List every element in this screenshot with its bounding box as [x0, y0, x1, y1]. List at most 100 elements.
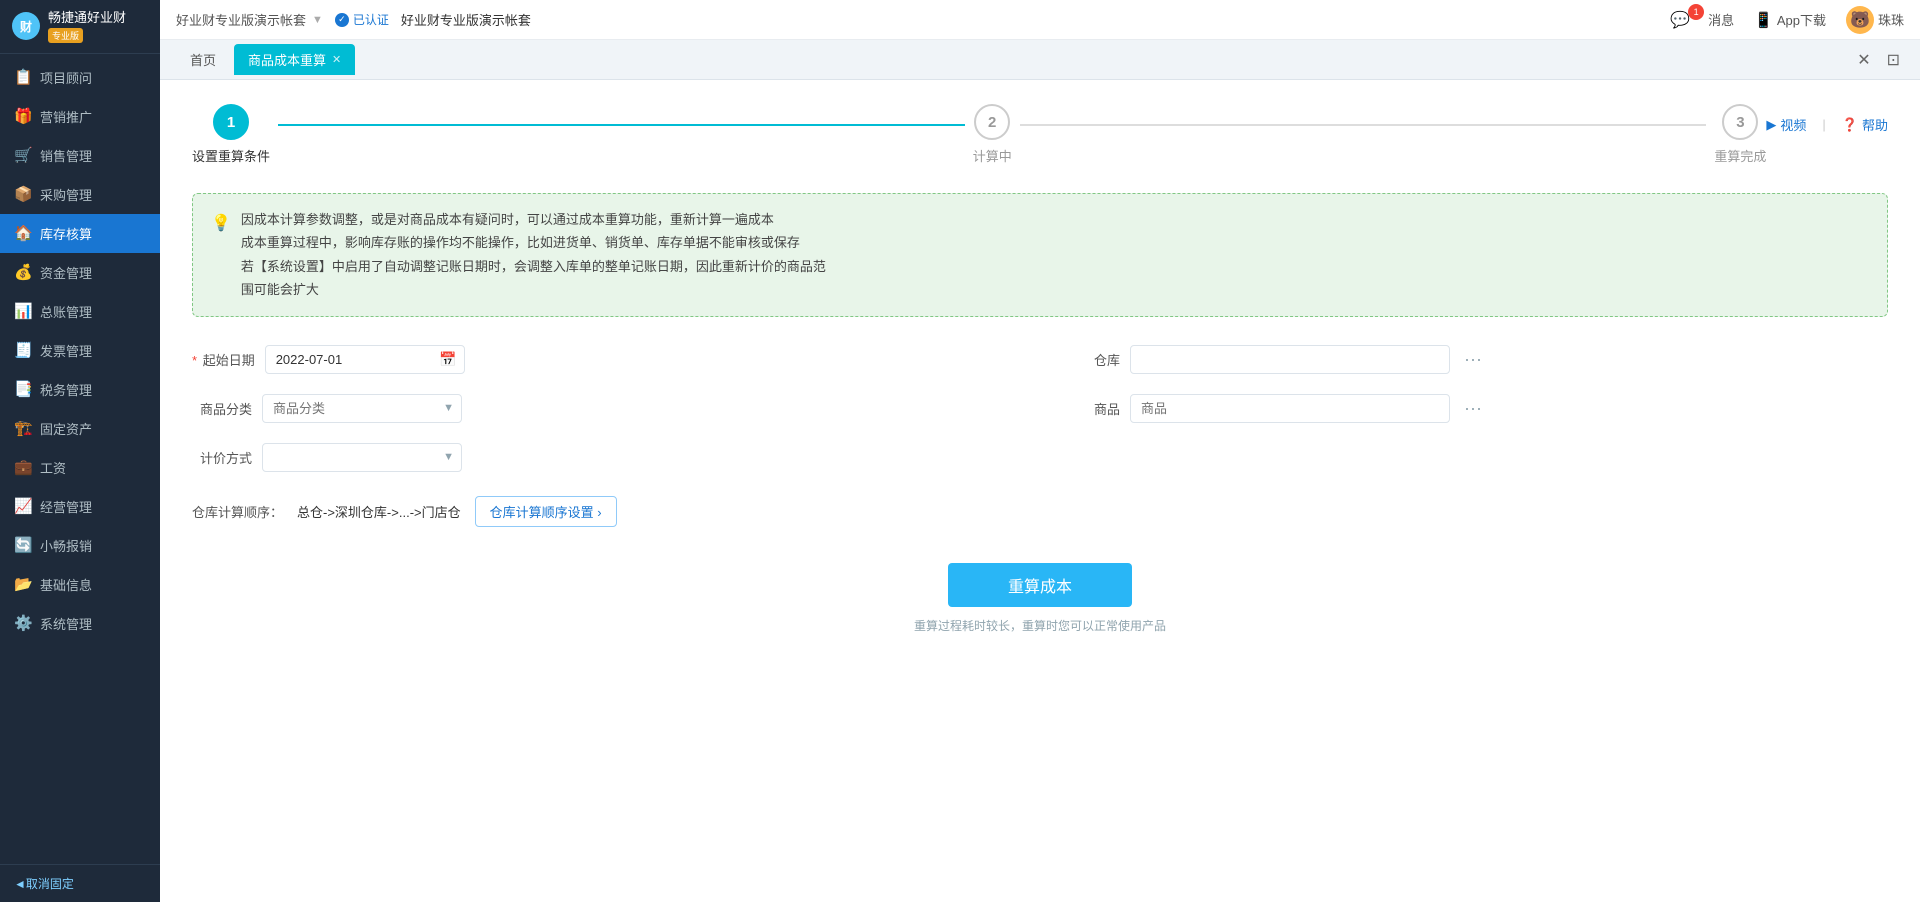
price-method-input[interactable]: [262, 443, 462, 472]
step-1-circle: 1: [213, 104, 249, 140]
sidebar-item-finance[interactable]: 💰 资金管理: [0, 253, 160, 292]
recalculate-button[interactable]: 重算成本: [948, 563, 1132, 607]
message-icon: 💬: [1670, 10, 1690, 30]
message-button[interactable]: 💬 1 消息: [1670, 10, 1734, 30]
sidebar-item-label: 采购管理: [40, 185, 92, 204]
info-line-3: 若【系统设置】中启用了自动调整记账日期时，会调整入库单的整单记账日期，因此重新计…: [241, 255, 826, 278]
sidebar-item-salary[interactable]: 💼 工资: [0, 448, 160, 487]
expense-icon: 🔄: [14, 536, 32, 554]
sidebar-item-label: 资金管理: [40, 263, 92, 282]
category-select-wrap: ▼: [262, 394, 462, 423]
warehouse-order-row: 仓库计算顺序： 总仓->深圳仓库->...->门店仓 仓库计算顺序设置 ›: [192, 496, 1888, 527]
tab-home[interactable]: 首页: [176, 44, 230, 75]
page-content: 1 设置重算条件 2 计算中 3 重算完成 ▶ 视频: [160, 80, 1920, 902]
sidebar-item-sales[interactable]: 🛒 销售管理: [0, 136, 160, 175]
window-maximize-button[interactable]: ⊡: [1883, 46, 1904, 74]
app-download-label: App下载: [1777, 10, 1826, 29]
sidebar-item-accounting[interactable]: 📊 总账管理: [0, 292, 160, 331]
step-3-circle: 3: [1722, 104, 1758, 140]
tax-icon: 📑: [14, 380, 32, 398]
start-date-input[interactable]: [265, 345, 465, 374]
sidebar-item-assets[interactable]: 🏗️ 固定资产: [0, 409, 160, 448]
logo-title: 畅捷通好业财: [48, 10, 126, 26]
price-method-label: 计价方式: [192, 448, 252, 467]
tabbar: 首页 商品成本重算 ✕ ✕ ⊡: [160, 40, 1920, 80]
sidebar-item-label: 经营管理: [40, 497, 92, 516]
step-line-1: [278, 124, 965, 126]
sidebar-item-basic[interactable]: 📂 基础信息: [0, 565, 160, 604]
info-line-1: 因成本计算参数调整，或是对商品成本有疑问时，可以通过成本重算功能，重新计算一遍成…: [241, 208, 826, 231]
sidebar-item-label: 库存核算: [40, 224, 92, 243]
goods-field: 商品 ···: [1060, 394, 1888, 423]
warehouse-dots-button[interactable]: ···: [1460, 349, 1486, 370]
category-input[interactable]: [262, 394, 462, 423]
verified-badge-wrap: ✓ 已认证: [335, 11, 389, 28]
purchase-icon: 📦: [14, 185, 32, 203]
sidebar-item-inventory[interactable]: 🏠 库存核算: [0, 214, 160, 253]
sidebar-item-project[interactable]: 📋 项目顾问: [0, 58, 160, 97]
account-dropdown-icon[interactable]: ▼: [312, 14, 323, 26]
help-icon: ❓: [1842, 117, 1858, 133]
step-1: 1 设置重算条件: [192, 104, 270, 165]
sidebar-item-expense[interactable]: 🔄 小畅报销: [0, 526, 160, 565]
sidebar-item-label: 基础信息: [40, 575, 92, 594]
start-date-label: * 起始日期: [192, 350, 255, 369]
sidebar-item-marketing[interactable]: 🎁 营销推广: [0, 97, 160, 136]
step-3-label: 重算完成: [1714, 146, 1766, 165]
submit-section: 重算成本 重算过程耗时较长，重算时您可以正常使用产品: [192, 563, 1888, 634]
form-row-3: 计价方式 ▼: [192, 443, 1888, 472]
info-line-2: 成本重算过程中，影响库存账的操作均不能操作，比如进货单、销货单、库存单据不能审核…: [241, 231, 826, 254]
accounting-icon: 📊: [14, 302, 32, 320]
required-star: *: [192, 353, 197, 368]
goods-label: 商品: [1060, 399, 1120, 418]
step-2-circle: 2: [974, 104, 1010, 140]
info-box: 💡 因成本计算参数调整，或是对商品成本有疑问时，可以通过成本重算功能，重新计算一…: [192, 193, 1888, 317]
invoice-icon: 🧾: [14, 341, 32, 359]
warehouse-input[interactable]: [1130, 345, 1450, 374]
start-date-field: * 起始日期 📅: [192, 345, 1020, 374]
step-line-2: [1020, 124, 1707, 126]
app-download-button[interactable]: 📱 App下载: [1754, 10, 1826, 29]
sidebar-item-purchase[interactable]: 📦 采购管理: [0, 175, 160, 214]
video-link[interactable]: ▶ 视频: [1766, 115, 1806, 134]
goods-input[interactable]: [1130, 394, 1450, 423]
sidebar-item-tax[interactable]: 📑 税务管理: [0, 370, 160, 409]
project-icon: 📋: [14, 68, 32, 86]
form-row-2: 商品分类 ▼ 商品 ···: [192, 394, 1888, 423]
sidebar-item-invoice[interactable]: 🧾 发票管理: [0, 331, 160, 370]
window-close-button[interactable]: ✕: [1853, 46, 1874, 74]
tab-cost[interactable]: 商品成本重算 ✕: [234, 44, 355, 75]
unpin-label: ◄取消固定: [14, 875, 74, 892]
account-name-display: 好业财专业版演示帐套: [176, 10, 306, 29]
account-full-name: 好业财专业版演示帐套: [401, 10, 531, 29]
category-label: 商品分类: [192, 399, 252, 418]
info-text: 因成本计算参数调整，或是对商品成本有疑问时，可以通过成本重算功能，重新计算一遍成…: [241, 208, 826, 302]
sidebar-item-label: 小畅报销: [40, 536, 92, 555]
submit-hint: 重算过程耗时较长，重算时您可以正常使用产品: [914, 617, 1166, 634]
sidebar-item-operation[interactable]: 📈 经营管理: [0, 487, 160, 526]
account-selector-wrap[interactable]: 好业财专业版演示帐套 ▼: [176, 10, 323, 29]
sidebar-item-system[interactable]: ⚙️ 系统管理: [0, 604, 160, 643]
warehouse-order-value: 总仓->深圳仓库->...->门店仓: [297, 502, 461, 521]
main-area: 好业财专业版演示帐套 ▼ ✓ 已认证 好业财专业版演示帐套 💬 1 消息 📱 A…: [160, 0, 1920, 902]
sidebar-unpin[interactable]: ◄取消固定: [0, 864, 160, 902]
warehouse-field: 仓库 ···: [1060, 345, 1888, 374]
message-label: 消息: [1708, 10, 1734, 29]
calendar-icon[interactable]: 📅: [439, 351, 456, 368]
stepper: 1 设置重算条件 2 计算中 3 重算完成 ▶ 视频: [192, 104, 1888, 165]
system-icon: ⚙️: [14, 614, 32, 632]
salary-icon: 💼: [14, 458, 32, 476]
assets-icon: 🏗️: [14, 419, 32, 437]
goods-dots-button[interactable]: ···: [1460, 398, 1486, 419]
user-avatar-button[interactable]: 🐻 珠珠: [1846, 6, 1904, 34]
sidebar-item-label: 销售管理: [40, 146, 92, 165]
logo-icon: 财: [12, 12, 40, 40]
step-tools: ▶ 视频 | ❓ 帮助: [1766, 115, 1888, 154]
price-method-field: 计价方式 ▼: [192, 443, 1020, 472]
tabbar-right: ✕ ⊡: [1853, 46, 1904, 74]
tab-close-icon[interactable]: ✕: [332, 53, 341, 66]
warehouse-order-settings-button[interactable]: 仓库计算顺序设置 ›: [475, 496, 617, 527]
inventory-icon: 🏠: [14, 224, 32, 242]
help-link[interactable]: ❓ 帮助: [1842, 115, 1888, 134]
finance-icon: 💰: [14, 263, 32, 281]
